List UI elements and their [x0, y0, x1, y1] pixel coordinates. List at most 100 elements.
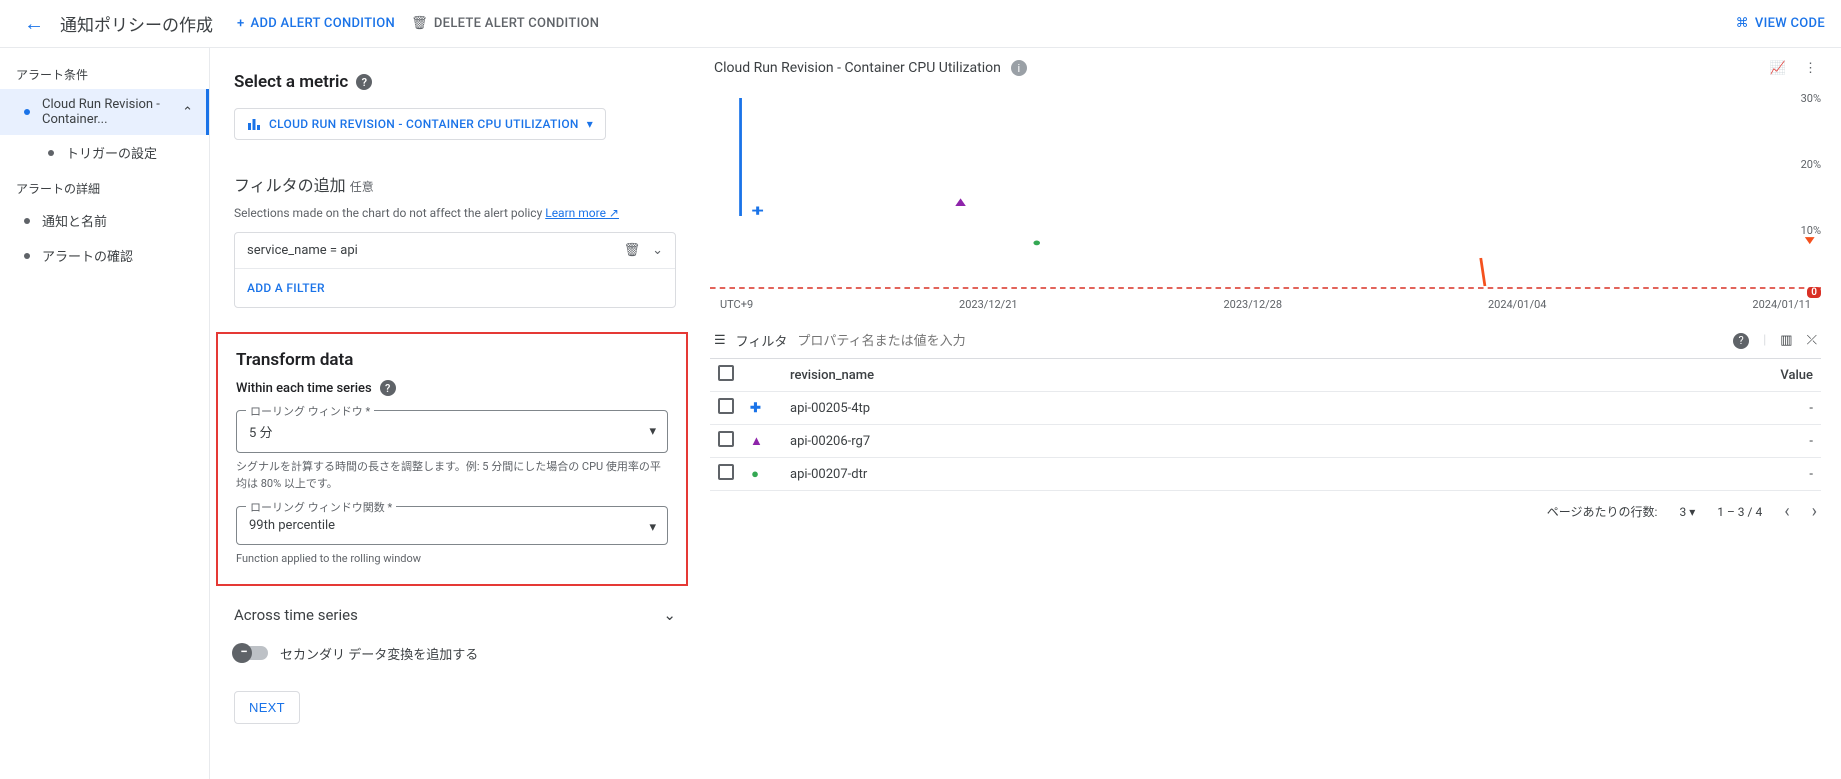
select-all-checkbox[interactable]: [718, 365, 734, 381]
filter-chip-text: service_name = api: [247, 243, 358, 258]
chart-title: Cloud Run Revision - Container CPU Utili…: [714, 60, 1001, 76]
across-time-series-toggle[interactable]: Across time series ⌄: [234, 606, 676, 624]
select-metric-heading-text: Select a metric: [234, 72, 348, 92]
sidebar-item-notify[interactable]: 通知と名前: [0, 203, 209, 238]
sidebar-item-notify-label: 通知と名前: [42, 211, 107, 230]
series-table: revision_name Value ✚ api-00205-4tp - ▲ …: [710, 359, 1821, 491]
learn-more-link[interactable]: Learn more ↗: [545, 206, 619, 220]
series-marker-icon: ✚: [750, 401, 760, 416]
value-cell: -: [1481, 425, 1821, 458]
table-toolbar: ☰ フィルタ ? | ▥ ⤫: [710, 323, 1821, 359]
rolling-window-helper: シグナルを計算する時間の長さを調整します。例: 5 分間にした場合の CPU 使…: [236, 459, 668, 492]
value-cell: -: [1481, 392, 1821, 425]
sidebar-item-review[interactable]: アラートの確認: [0, 238, 209, 273]
within-series-label: Within each time series ?: [236, 380, 668, 396]
metric-selector-button[interactable]: CLOUD RUN REVISION - CONTAINER CPU UTILI…: [234, 108, 606, 140]
info-icon[interactable]: i: [1011, 60, 1027, 76]
series-marker-icon: ▲: [750, 433, 760, 449]
svg-text:+: +: [752, 201, 764, 220]
delete-filter-icon[interactable]: 🗑: [624, 243, 641, 258]
view-code-button[interactable]: ⌘ VIEW CODE: [1736, 16, 1825, 31]
help-icon[interactable]: ?: [1733, 333, 1749, 349]
revision-name-cell: api-00206-rg7: [782, 425, 1481, 458]
caret-down-icon: ▾: [587, 117, 593, 131]
chevron-down-icon: ⌄: [663, 606, 676, 624]
page-title: 通知ポリシーの作成: [60, 11, 213, 36]
svg-text:▲: ▲: [952, 194, 970, 210]
row-checkbox[interactable]: [718, 464, 734, 480]
table-header-row: revision_name Value: [710, 359, 1821, 392]
filter-desc-text: Selections made on the chart do not affe…: [234, 206, 545, 220]
rolling-window-label: ローリング ウィンドウ *: [246, 403, 374, 419]
y-tick: 30%: [1801, 92, 1821, 105]
col-value[interactable]: Value: [1481, 359, 1821, 392]
chart-svg: + ▲ ● ▼: [710, 86, 1821, 296]
sidebar-group-conditions: アラート条件: [0, 56, 209, 89]
next-button[interactable]: NEXT: [234, 691, 300, 724]
sidebar-group-details: アラートの詳細: [0, 170, 209, 203]
x-tick: 2024/01/11: [1752, 298, 1811, 311]
collapse-icon[interactable]: ⤫: [1807, 333, 1817, 348]
help-icon[interactable]: ?: [356, 74, 372, 90]
filter-icon[interactable]: ☰: [714, 333, 726, 348]
step-dot-icon: [24, 253, 30, 259]
chart-canvas[interactable]: 30% 20% 10% + ▲ ● ▼ 0: [710, 86, 1821, 296]
code-icon: ⌘: [1736, 16, 1749, 31]
sidebar-item-condition-label: Cloud Run Revision - Container...: [42, 97, 170, 127]
transform-data-section: Transform data Within each time series ?…: [216, 332, 688, 586]
step-dot-icon: [24, 109, 30, 115]
chart-column: Cloud Run Revision - Container CPU Utili…: [700, 48, 1841, 779]
add-alert-condition-button[interactable]: + ADD ALERT CONDITION: [237, 16, 395, 31]
filter-box: service_name = api 🗑 ⌄ ADD A FILTER: [234, 232, 676, 308]
table-filter-input[interactable]: [797, 333, 1723, 348]
table-filter-label: フィルタ: [736, 331, 788, 350]
row-checkbox[interactable]: [718, 431, 734, 447]
explore-icon[interactable]: 📈: [1770, 61, 1786, 76]
step-dot-icon: [24, 218, 30, 224]
chart-header: Cloud Run Revision - Container CPU Utili…: [710, 60, 1821, 80]
x-axis: UTC+9 2023/12/21 2023/12/28 2024/01/04 2…: [710, 298, 1821, 311]
rolling-fn-field[interactable]: ローリング ウィンドウ関数 * 99th percentile ▾: [236, 506, 668, 545]
per-page-value: 3: [1679, 505, 1686, 519]
rolling-window-field[interactable]: ローリング ウィンドウ * 5 分 ▾: [236, 410, 668, 453]
prev-page-icon[interactable]: ‹: [1784, 501, 1789, 522]
revision-name-cell: api-00205-4tp: [782, 392, 1481, 425]
delete-alert-condition-label: DELETE ALERT CONDITION: [434, 16, 599, 31]
help-icon[interactable]: ?: [380, 380, 396, 396]
form-column: Select a metric ? CLOUD RUN REVISION - C…: [210, 48, 700, 779]
next-page-icon[interactable]: ›: [1812, 501, 1817, 522]
revision-name-cell: api-00207-dtr: [782, 458, 1481, 491]
sidebar-item-trigger[interactable]: トリガーの設定: [0, 135, 209, 170]
columns-icon[interactable]: ▥: [1780, 333, 1792, 348]
value-cell: -: [1481, 458, 1821, 491]
rolling-fn-label: ローリング ウィンドウ関数 *: [246, 499, 396, 515]
col-revision-name[interactable]: revision_name: [782, 359, 1481, 392]
across-label: Across time series: [234, 606, 358, 624]
secondary-transform-row: − セカンダリ データ変換を追加する: [234, 644, 676, 663]
y-tick: 20%: [1801, 158, 1821, 171]
sidebar-item-review-label: アラートの確認: [42, 246, 133, 265]
table-row[interactable]: ▲ api-00206-rg7 -: [710, 425, 1821, 458]
back-arrow-icon[interactable]: ←: [16, 3, 52, 44]
per-page-select[interactable]: 3 ▾: [1679, 505, 1695, 519]
select-metric-heading: Select a metric ?: [234, 72, 676, 92]
delete-alert-condition-button[interactable]: 🗑 DELETE ALERT CONDITION: [411, 16, 599, 31]
filter-chip-row[interactable]: service_name = api 🗑 ⌄: [235, 233, 675, 269]
chevron-up-icon[interactable]: ⌃: [182, 105, 193, 120]
chevron-down-icon[interactable]: ⌄: [652, 243, 663, 258]
page-range: 1 – 3 / 4: [1717, 505, 1762, 519]
more-icon[interactable]: ⋮: [1804, 61, 1817, 76]
table-row[interactable]: ✚ api-00205-4tp -: [710, 392, 1821, 425]
bar-chart-icon: [247, 117, 261, 131]
sidebar-item-condition[interactable]: Cloud Run Revision - Container... ⌃: [0, 89, 209, 135]
svg-text:●: ●: [1032, 237, 1041, 249]
row-checkbox[interactable]: [718, 398, 734, 414]
secondary-transform-label: セカンダリ データ変換を追加する: [280, 644, 478, 663]
threshold-badge: 0: [1807, 287, 1821, 298]
per-page-label: ページあたりの行数:: [1547, 503, 1658, 520]
y-tick: 10%: [1801, 224, 1821, 237]
add-filter-button[interactable]: ADD A FILTER: [235, 269, 675, 307]
table-row[interactable]: ● api-00207-dtr -: [710, 458, 1821, 491]
filter-description: Selections made on the chart do not affe…: [234, 206, 676, 220]
secondary-transform-toggle[interactable]: −: [234, 646, 268, 660]
